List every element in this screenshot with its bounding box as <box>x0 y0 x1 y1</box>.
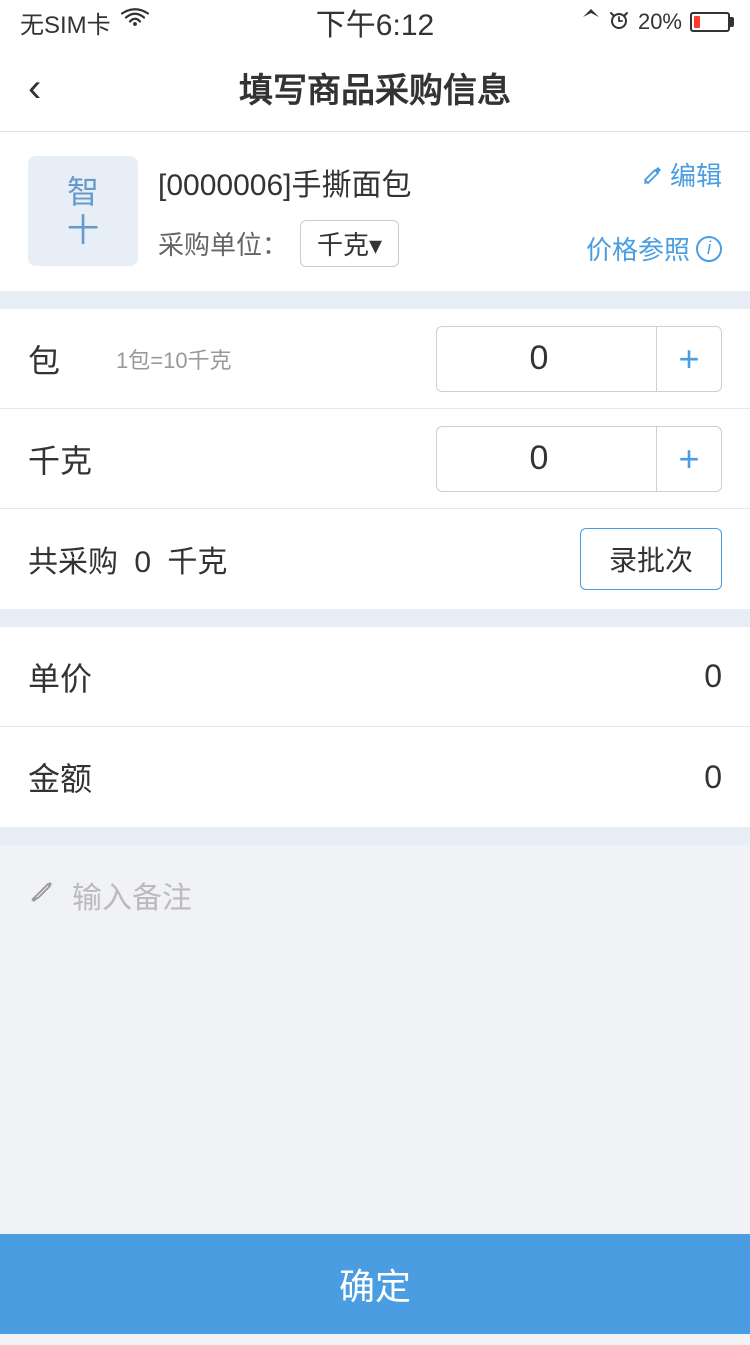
summary-row: 共采购 0 千克 录批次 <box>0 509 750 609</box>
record-batch-button[interactable]: 录批次 <box>580 528 722 590</box>
kg-label: 千克 <box>28 436 108 482</box>
unit-price-label: 单价 <box>28 654 92 700</box>
price-ref-button[interactable]: 价格参照 i <box>586 230 722 267</box>
bag-plus-button[interactable]: + <box>656 326 722 392</box>
bag-sublabel: 1包=10千克 <box>116 343 232 375</box>
bag-input-wrap: + <box>232 326 722 392</box>
status-time: 下午6:12 <box>316 0 434 44</box>
section-divider-3 <box>0 827 750 845</box>
status-bar: 无SIM卡 下午6:12 20% <box>0 0 750 44</box>
product-image: 智 十 <box>28 156 138 266</box>
edit-label: 编辑 <box>670 156 722 193</box>
edit-button[interactable]: 编辑 <box>642 156 722 193</box>
alarm-icon <box>608 8 630 36</box>
summary-section: 共采购 0 千克 录批次 <box>0 509 750 609</box>
bag-row: 包 1包=10千克 + <box>0 309 750 409</box>
unit-select[interactable]: 千克▾ <box>300 220 399 267</box>
back-button[interactable]: ‹ <box>28 68 41 108</box>
bag-input[interactable] <box>436 326 656 392</box>
input-section: 包 1包=10千克 + 千克 + <box>0 309 750 509</box>
battery-icon <box>690 12 730 32</box>
notes-placeholder: 输入备注 <box>72 873 192 917</box>
location-icon <box>582 8 600 36</box>
product-card: 智 十 [0000006]手撕面包 采购单位： 千克▾ 编辑 价格参照 i <box>0 132 750 291</box>
kg-plus-button[interactable]: + <box>656 426 722 492</box>
battery-percentage: 20% <box>638 9 682 35</box>
product-logo: 智 十 <box>67 173 99 250</box>
info-icon: i <box>696 236 722 262</box>
nav-title: 填写商品采购信息 <box>239 63 511 112</box>
product-name: [0000006]手撕面包 <box>158 160 722 204</box>
empty-area <box>0 945 750 1245</box>
edit-icon <box>642 164 664 186</box>
section-divider-2 <box>0 609 750 627</box>
bag-label: 包 <box>28 336 108 382</box>
unit-price-value: 0 <box>704 658 722 695</box>
status-left: 无SIM卡 <box>20 5 149 40</box>
kg-input[interactable] <box>436 426 656 492</box>
unit-label: 采购单位： <box>158 225 288 262</box>
summary-text: 共采购 0 千克 <box>28 537 227 581</box>
status-right: 20% <box>582 8 730 36</box>
kg-input-wrap: + <box>108 426 722 492</box>
price-section: 单价 0 金额 0 <box>0 627 750 827</box>
notes-section[interactable]: 输入备注 <box>0 845 750 945</box>
amount-row: 金额 0 <box>0 727 750 827</box>
carrier-text: 无SIM卡 <box>20 5 111 40</box>
unit-price-row: 单价 0 <box>0 627 750 727</box>
amount-value: 0 <box>704 759 722 796</box>
price-ref-label: 价格参照 <box>586 230 690 267</box>
pencil-icon <box>28 878 56 913</box>
amount-label: 金额 <box>28 754 92 800</box>
nav-bar: ‹ 填写商品采购信息 <box>0 44 750 132</box>
wifi-icon <box>121 8 149 37</box>
confirm-button[interactable]: 确定 <box>0 1234 750 1334</box>
section-divider-1 <box>0 291 750 309</box>
kg-row: 千克 + <box>0 409 750 509</box>
